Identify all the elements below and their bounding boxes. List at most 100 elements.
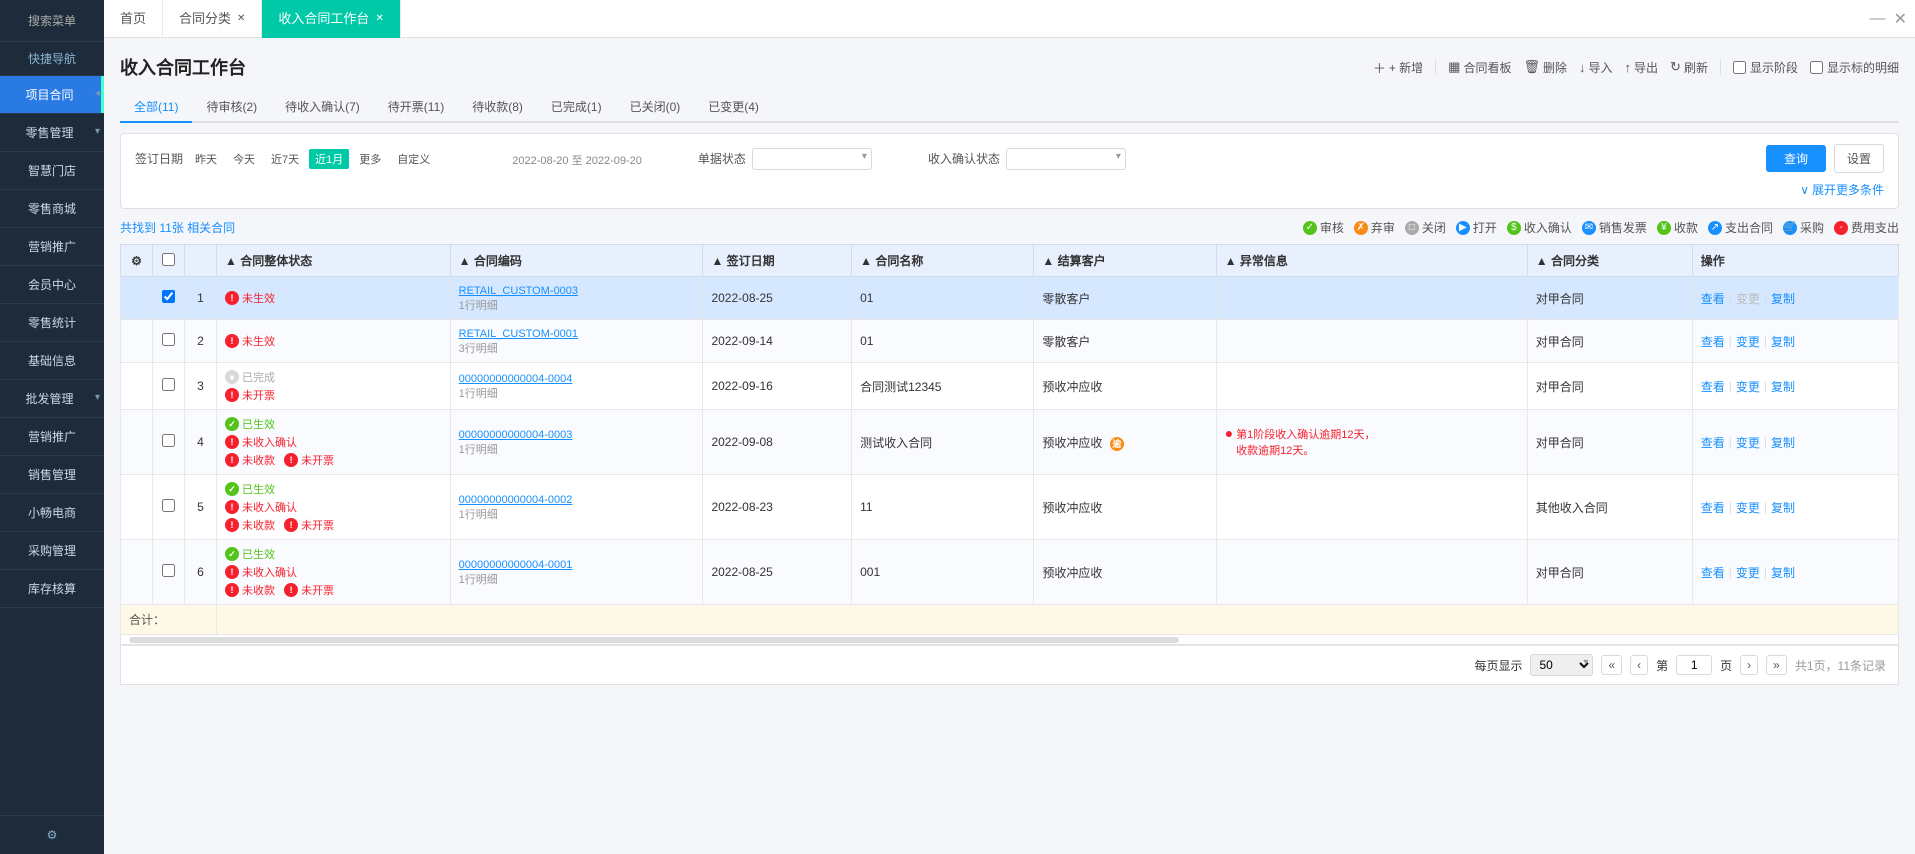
filter-tab-all[interactable]: 全部(11) <box>120 92 192 123</box>
set-button[interactable]: 设置 <box>1834 144 1884 173</box>
op-change[interactable]: 变更 <box>1736 499 1760 516</box>
doc-status-select[interactable] <box>752 148 872 170</box>
date-btn-custom[interactable]: 自定义 <box>391 149 436 169</box>
action-expense-out[interactable]: - 费用支出 <box>1834 219 1899 236</box>
op-change[interactable]: 变更 <box>1736 564 1760 581</box>
filter-tab-pending-collect[interactable]: 待收款(8) <box>458 92 537 123</box>
action-sales-invoice[interactable]: ✉ 销售发票 <box>1582 219 1647 236</box>
sidebar-item-smart-store[interactable]: 智慧门店 <box>0 152 104 190</box>
action-close[interactable]: □ 关闭 <box>1405 219 1446 236</box>
window-minimize-icon[interactable]: — <box>1870 10 1886 28</box>
date-btn-more[interactable]: 更多 <box>353 149 387 169</box>
tab-home[interactable]: 首页 <box>104 0 163 38</box>
sidebar-item-retail-stat[interactable]: 零售统计 <box>0 304 104 342</box>
sidebar-settings[interactable]: ⚙ <box>0 815 104 854</box>
window-close-icon[interactable]: ✕ <box>1894 9 1907 29</box>
filter-tab-changed[interactable]: 已变更(4) <box>694 92 773 123</box>
op-view[interactable]: 查看 <box>1701 499 1725 516</box>
contract-code-link[interactable]: RETAIL_CUSTOM-0001 <box>459 328 578 340</box>
sidebar-item-member[interactable]: 会员中心 <box>0 266 104 304</box>
show-stage-checkbox[interactable]: 显示阶段 <box>1733 59 1798 76</box>
op-change[interactable]: 变更 <box>1736 378 1760 395</box>
col-checkbox[interactable] <box>153 245 185 277</box>
op-change[interactable]: 变更 <box>1736 333 1760 350</box>
col-settings[interactable]: ⚙ <box>121 245 153 277</box>
new-button[interactable]: ＋ + 新增 <box>1373 58 1423 77</box>
sidebar-nav[interactable]: 快捷导航 <box>0 42 104 76</box>
scrollbar-area[interactable] <box>120 635 1899 645</box>
op-copy[interactable]: 复制 <box>1771 434 1795 451</box>
filter-tab-pending-invoice[interactable]: 待开票(11) <box>374 92 458 123</box>
page-first-button[interactable]: « <box>1601 655 1622 675</box>
contract-code-link[interactable]: 00000000000004-0002 <box>459 494 573 506</box>
export-button[interactable]: ↑ 导出 <box>1625 59 1659 76</box>
sidebar-search[interactable]: 搜索菜单 <box>0 0 104 42</box>
op-copy[interactable]: 复制 <box>1771 333 1795 350</box>
sidebar-item-project[interactable]: 项目合同 ◂ <box>0 76 104 114</box>
action-income-confirm[interactable]: $ 收入确认 <box>1507 219 1572 236</box>
contract-code-link[interactable]: RETAIL_CUSTOM-0003 <box>459 285 578 297</box>
sidebar-item-wholesale[interactable]: 批发管理 ▾ <box>0 380 104 418</box>
op-view[interactable]: 查看 <box>1701 333 1725 350</box>
query-button[interactable]: 查询 <box>1766 145 1826 172</box>
op-view[interactable]: 查看 <box>1701 290 1725 307</box>
contract-code-link[interactable]: 00000000000004-0001 <box>459 559 573 571</box>
refresh-button[interactable]: ↻ 刷新 <box>1670 59 1708 76</box>
cell-checkbox[interactable] <box>153 475 185 540</box>
filter-tab-pending-review[interactable]: 待审核(2) <box>192 92 271 123</box>
show-detail-checkbox[interactable]: 显示标的明细 <box>1810 59 1899 76</box>
action-open[interactable]: ▶ 打开 <box>1456 219 1497 236</box>
date-btn-today[interactable]: 今天 <box>227 149 261 169</box>
op-copy[interactable]: 复制 <box>1771 378 1795 395</box>
cell-checkbox[interactable] <box>153 540 185 605</box>
op-view[interactable]: 查看 <box>1701 378 1725 395</box>
filter-tab-closed[interactable]: 已关闭(0) <box>616 92 695 123</box>
action-abandon[interactable]: ✗ 弃审 <box>1354 219 1395 236</box>
action-collect[interactable]: ¥ 收款 <box>1657 219 1698 236</box>
date-btn-7days[interactable]: 近7天 <box>265 149 305 169</box>
sidebar-item-xiaochangec[interactable]: 小畅电商 <box>0 494 104 532</box>
import-button[interactable]: ↓ 导入 <box>1579 59 1613 76</box>
income-confirm-select[interactable] <box>1006 148 1126 170</box>
page-prev-button[interactable]: ‹ <box>1630 655 1648 675</box>
page-size-select[interactable]: 50 10 20 100 <box>1530 654 1593 676</box>
panel-button[interactable]: ▦ 合同看板 <box>1448 59 1511 76</box>
tab-income-workbench[interactable]: 收入合同工作台 ✕ <box>262 0 400 38</box>
sidebar-item-base-info[interactable]: 基础信息 <box>0 342 104 380</box>
op-view[interactable]: 查看 <box>1701 434 1725 451</box>
contract-code-link[interactable]: 00000000000004-0004 <box>459 373 573 385</box>
scrollbar-thumb[interactable] <box>129 637 1179 643</box>
op-copy[interactable]: 复制 <box>1771 290 1795 307</box>
close-icon[interactable]: ✕ <box>375 0 383 38</box>
sidebar-item-marketing2[interactable]: 营销推广 <box>0 418 104 456</box>
op-copy[interactable]: 复制 <box>1771 499 1795 516</box>
cell-checkbox[interactable] <box>153 410 185 475</box>
op-view[interactable]: 查看 <box>1701 564 1725 581</box>
sidebar-item-inventory[interactable]: 库存核算 <box>0 570 104 608</box>
date-btn-yesterday[interactable]: 昨天 <box>189 149 223 169</box>
op-change[interactable]: 变更 <box>1736 434 1760 451</box>
sidebar-item-sales-mgmt[interactable]: 销售管理 <box>0 456 104 494</box>
date-btn-1month[interactable]: 近1月 <box>309 149 349 169</box>
delete-button[interactable]: 🗑 删除 <box>1523 59 1567 76</box>
page-number-input[interactable] <box>1676 655 1712 675</box>
cell-checkbox[interactable] <box>153 363 185 410</box>
filter-tab-completed[interactable]: 已完成(1) <box>537 92 616 123</box>
page-last-button[interactable]: » <box>1766 655 1787 675</box>
page-next-button[interactable]: › <box>1740 655 1758 675</box>
close-icon[interactable]: ✕ <box>237 0 245 38</box>
op-copy[interactable]: 复制 <box>1771 564 1795 581</box>
cell-checkbox[interactable] <box>153 277 185 320</box>
sidebar-item-marketing[interactable]: 营销推广 <box>0 228 104 266</box>
show-detail-input[interactable] <box>1810 61 1823 74</box>
action-review[interactable]: ✓ 审核 <box>1303 219 1344 236</box>
sidebar-item-retail-mgmt[interactable]: 零售管理 ▾ <box>0 114 104 152</box>
sidebar-item-purchase[interactable]: 采购管理 <box>0 532 104 570</box>
select-all-checkbox[interactable] <box>162 253 175 266</box>
expand-button[interactable]: ∨ 展开更多条件 <box>1800 181 1884 198</box>
tab-contract-category[interactable]: 合同分类 ✕ <box>163 0 262 38</box>
action-pay-out[interactable]: ↗ 支出合同 <box>1708 219 1773 236</box>
sidebar-item-retail-mall[interactable]: 零售商城 <box>0 190 104 228</box>
contract-code-link[interactable]: 00000000000004-0003 <box>459 429 573 441</box>
show-stage-input[interactable] <box>1733 61 1746 74</box>
